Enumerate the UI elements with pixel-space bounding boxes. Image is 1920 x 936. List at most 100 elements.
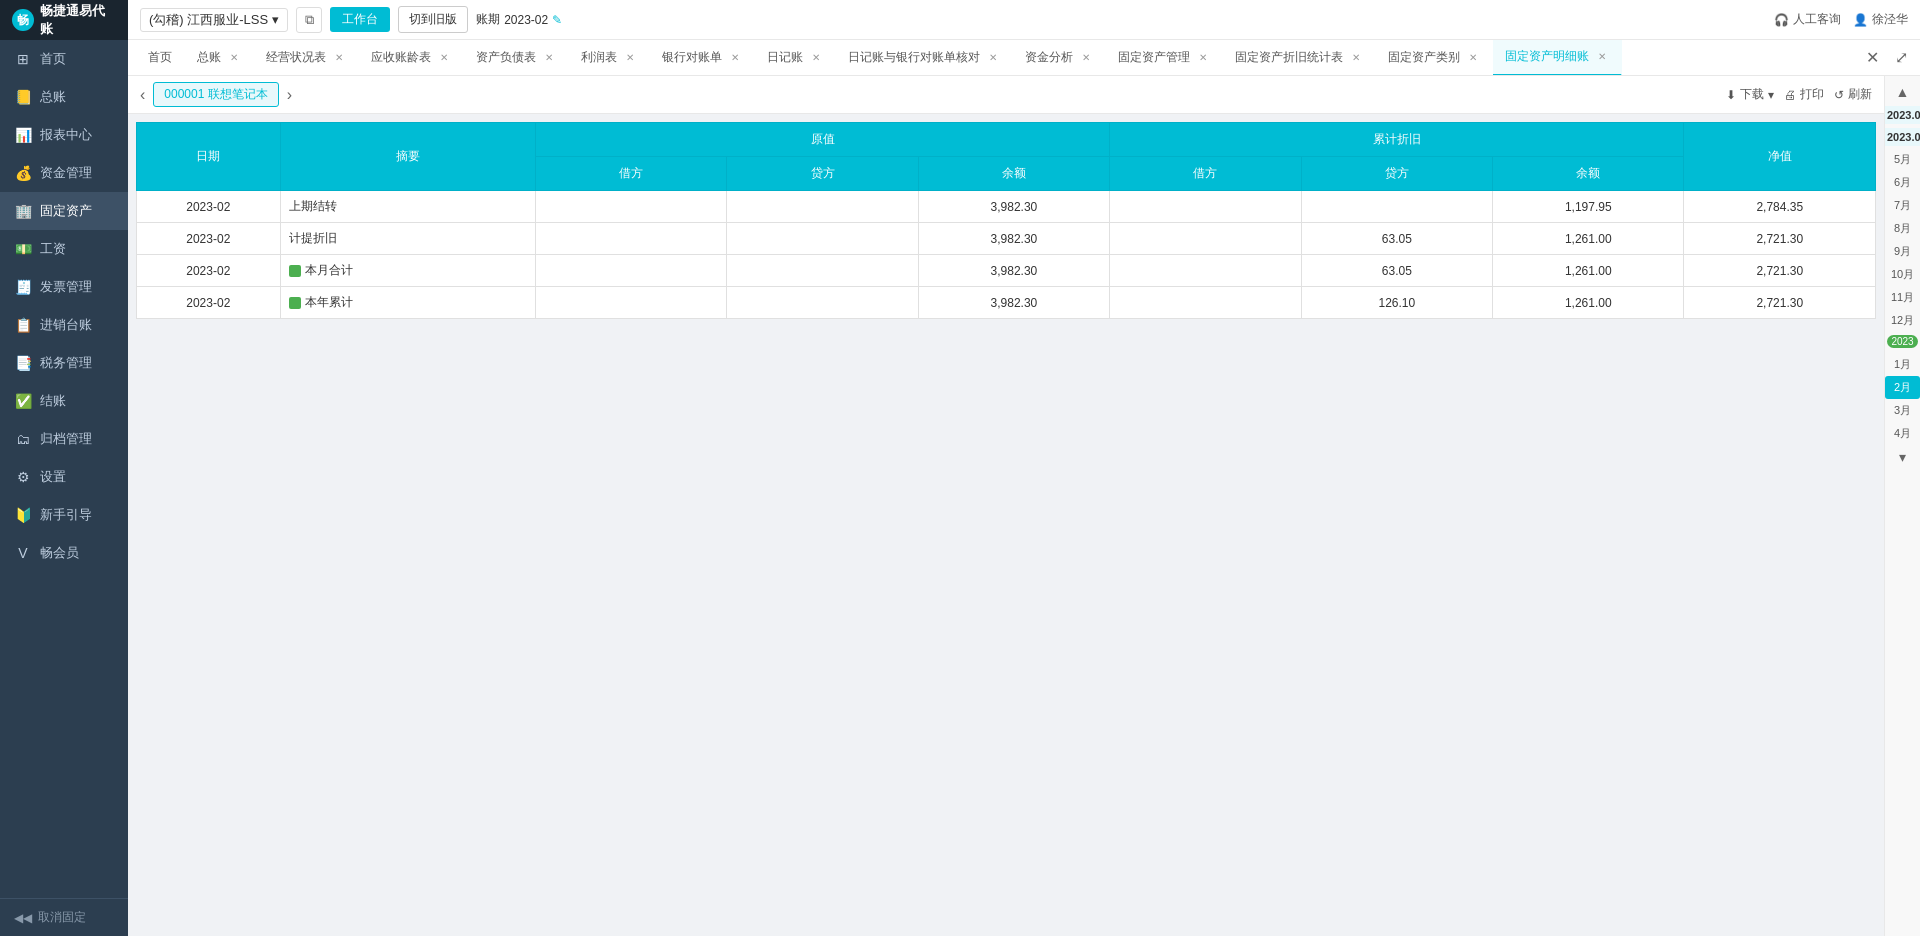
tab-ledger[interactable]: 总账✕ [185, 40, 254, 76]
sidebar-item-member[interactable]: V畅会员 [0, 534, 128, 572]
close-all-button[interactable]: ✕ [1862, 46, 1883, 69]
nav-next-button[interactable]: › [287, 86, 292, 104]
tab-close-balance[interactable]: ✕ [542, 51, 556, 65]
sidebar-item-funds[interactable]: 💰资金管理 [0, 154, 128, 192]
sidebar-icon-guide: 🔰 [14, 507, 32, 523]
maximize-button[interactable]: ⤢ [1891, 46, 1912, 69]
tab-fixed-detail[interactable]: 固定资产明细账✕ [1493, 40, 1622, 76]
sidebar-item-settlement[interactable]: ✅结账 [0, 382, 128, 420]
tabbar: 首页总账✕经营状况表✕应收账龄表✕资产负债表✕利润表✕银行对账单✕日记账✕日记账… [128, 40, 1920, 76]
nav-prev-button[interactable]: ‹ [140, 86, 145, 104]
sidebar-item-settings[interactable]: ⚙设置 [0, 458, 128, 496]
scroll-up-button[interactable]: ▲ [1892, 80, 1914, 104]
tab-close-fixed-category[interactable]: ✕ [1466, 51, 1480, 65]
tab-label-home: 首页 [148, 49, 172, 66]
sidebar-icon-invoice: 🧾 [14, 279, 32, 295]
scroll-down-button[interactable]: ▾ [1895, 445, 1910, 469]
tab-balance[interactable]: 资产负债表✕ [464, 40, 569, 76]
rp-month-7[interactable]: 7月 [1885, 194, 1920, 217]
sidebar-item-reports[interactable]: 📊报表中心 [0, 116, 128, 154]
edit-icon[interactable]: ✎ [552, 13, 562, 27]
tab-close-profit[interactable]: ✕ [623, 51, 637, 65]
sidebar-logo: 畅 畅捷通易代账 [0, 0, 128, 40]
refresh-button[interactable]: ↺ 刷新 [1834, 86, 1872, 103]
rp-month-2-active[interactable]: 2月 [1885, 376, 1920, 399]
rp-month-1[interactable]: 1月 [1885, 353, 1920, 376]
download-icon: ⬇ [1726, 88, 1736, 102]
tab-management[interactable]: 经营状况表✕ [254, 40, 359, 76]
tab-journal[interactable]: 日记账✕ [755, 40, 836, 76]
rp-month-12[interactable]: 12月 [1885, 309, 1920, 332]
tab-fixed-mgmt[interactable]: 固定资产管理✕ [1106, 40, 1223, 76]
print-button[interactable]: 🖨 打印 [1784, 86, 1824, 103]
period-display: 账期 2023-02 ✎ [476, 11, 562, 28]
tab-receivable[interactable]: 应收账龄表✕ [359, 40, 464, 76]
tab-close-ledger[interactable]: ✕ [227, 51, 241, 65]
tab-close-fixed-detail[interactable]: ✕ [1595, 50, 1609, 64]
sidebar-item-tax[interactable]: 📑税务管理 [0, 344, 128, 382]
sidebar-label-invoice: 发票管理 [40, 278, 92, 296]
tab-home[interactable]: 首页 [136, 40, 185, 76]
rp-month-4[interactable]: 4月 [1885, 422, 1920, 445]
company-selector[interactable]: (勾稽) 江西服业-LSS ▾ [140, 8, 288, 32]
sidebar-item-sales[interactable]: 📋进销台账 [0, 306, 128, 344]
cell-accum-credit-0 [1301, 191, 1492, 223]
sidebar-item-ledger[interactable]: 📒总账 [0, 78, 128, 116]
cell-orig-credit-0 [727, 191, 918, 223]
rp-month-8[interactable]: 8月 [1885, 217, 1920, 240]
sidebar-item-fixed-assets[interactable]: 🏢固定资产 [0, 192, 128, 230]
rp-month-3[interactable]: 3月 [1885, 399, 1920, 422]
workspace-button[interactable]: 工作台 [330, 7, 390, 32]
th-orig-balance: 余额 [918, 157, 1109, 191]
sidebar-label-fixed-assets: 固定资产 [40, 202, 92, 220]
cell-orig-debit-1 [535, 223, 726, 255]
user-avatar[interactable]: 👤 徐泾华 [1853, 11, 1908, 28]
print-label: 打印 [1800, 86, 1824, 103]
sidebar-item-invoice[interactable]: 🧾 发票管理 [0, 268, 128, 306]
subnav: ‹ 000001 联想笔记本 › ⬇ 下载 ▾ 🖨 打印 ↺ 刷新 [128, 76, 1884, 114]
tab-journal-bank[interactable]: 日记账与银行对账单核对✕ [836, 40, 1013, 76]
service-button[interactable]: 🎧 人工客询 [1774, 11, 1841, 28]
sidebar-label-salary: 工资 [40, 240, 66, 258]
tab-close-receivable[interactable]: ✕ [437, 51, 451, 65]
rp-month-9[interactable]: 9月 [1885, 240, 1920, 263]
download-button[interactable]: ⬇ 下载 ▾ [1726, 86, 1774, 103]
switch-version-button[interactable]: 切到旧版 [398, 6, 468, 33]
tab-fund-analysis[interactable]: 资金分析✕ [1013, 40, 1106, 76]
th-original-value: 原值 [535, 123, 1109, 157]
year-badge-2023: 2023 [1887, 335, 1917, 348]
tab-close-management[interactable]: ✕ [332, 51, 346, 65]
tab-close-fixed-depreciation[interactable]: ✕ [1349, 51, 1363, 65]
tab-close-fixed-mgmt[interactable]: ✕ [1196, 51, 1210, 65]
rp-month-6[interactable]: 6月 [1885, 171, 1920, 194]
tab-fixed-depreciation[interactable]: 固定资产折旧统计表✕ [1223, 40, 1376, 76]
rp-month-5[interactable]: 5月 [1885, 148, 1920, 171]
rp-month-10[interactable]: 10月 [1885, 263, 1920, 286]
fixed-asset-detail-table: 日期 摘要 原值 累计折旧 净值 借方 贷方 余额 借方 贷方 余额 [136, 122, 1876, 319]
rp-month-11[interactable]: 11月 [1885, 286, 1920, 309]
sidebar-label-settlement: 结账 [40, 392, 66, 410]
sidebar-item-home[interactable]: ⊞首页 [0, 40, 128, 78]
tab-profit[interactable]: 利润表✕ [569, 40, 650, 76]
download-label: 下载 [1740, 86, 1764, 103]
tab-close-fund-analysis[interactable]: ✕ [1079, 51, 1093, 65]
main-content: ‹ 000001 联想笔记本 › ⬇ 下载 ▾ 🖨 打印 ↺ 刷新 [128, 76, 1884, 936]
copy-button[interactable]: ⧉ [296, 7, 322, 33]
logo-text: 畅捷通易代账 [40, 2, 116, 38]
table-container: 日期 摘要 原值 累计折旧 净值 借方 贷方 余额 借方 贷方 余额 [128, 114, 1884, 936]
sidebar-item-archive[interactable]: 🗂归档管理 [0, 420, 128, 458]
sidebar-icon-funds: 💰 [14, 165, 32, 181]
tab-close-journal-bank[interactable]: ✕ [986, 51, 1000, 65]
sidebar-item-salary[interactable]: 💵工资 [0, 230, 128, 268]
sidebar-bottom-btn[interactable]: ◀◀ 取消固定 [0, 898, 128, 936]
tab-bank[interactable]: 银行对账单✕ [650, 40, 755, 76]
cell-orig-balance-1: 3,982.30 [918, 223, 1109, 255]
tab-close-bank[interactable]: ✕ [728, 51, 742, 65]
breadcrumb[interactable]: 000001 联想笔记本 [153, 82, 278, 107]
tab-fixed-category[interactable]: 固定资产类别✕ [1376, 40, 1493, 76]
sidebar-label-guide: 新手引导 [40, 506, 92, 524]
cell-accum-debit-3 [1110, 287, 1301, 319]
user-name: 徐泾华 [1872, 11, 1908, 28]
sidebar-item-guide[interactable]: 🔰 新手引导 [0, 496, 128, 534]
tab-close-journal[interactable]: ✕ [809, 51, 823, 65]
